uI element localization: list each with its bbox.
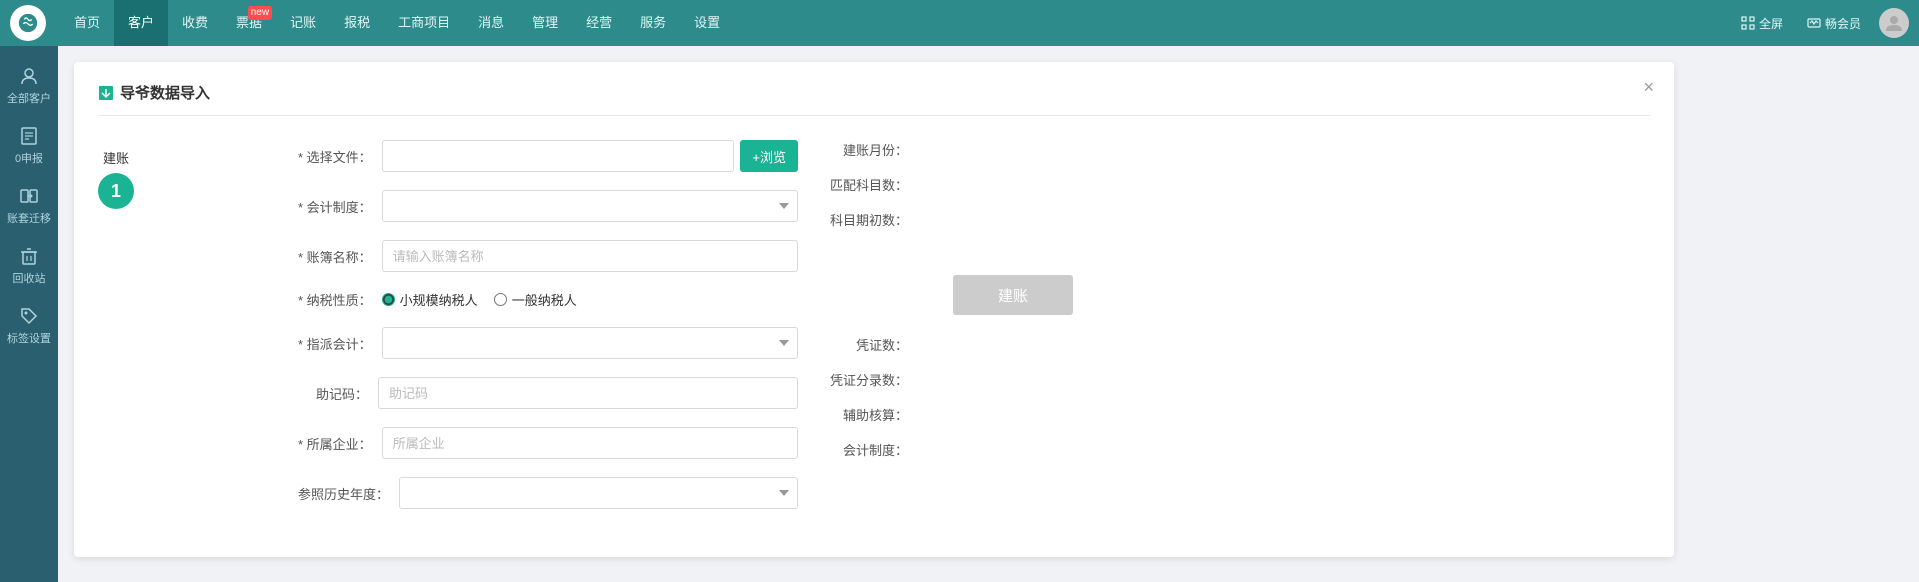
select-file-row: * 选择文件： +浏览 <box>298 140 798 172</box>
vip-icon <box>1807 16 1821 30</box>
fullscreen-icon <box>1741 16 1755 30</box>
select-file-group: +浏览 <box>382 140 798 172</box>
form-step-indicator: 建账 1 <box>98 140 258 527</box>
reference-year-label: 参照历史年度： <box>298 484 399 503</box>
ledger-name-row: * 账簿名称： <box>298 240 798 272</box>
ledger-name-input[interactable] <box>382 240 798 272</box>
company-row: * 所属企业： <box>298 427 798 459</box>
reference-year-select[interactable] <box>399 477 798 509</box>
migrate-icon <box>19 186 39 206</box>
vip-button[interactable]: 畅会员 <box>1801 13 1867 34</box>
assign-accountant-label: * 指派会计： <box>298 334 382 353</box>
accounting-system-select[interactable] <box>382 190 798 222</box>
auxiliary-label: 辅助核算： <box>828 405 918 424</box>
period-initial-row: 科目期初数： <box>828 210 1198 229</box>
company-label: * 所属企业： <box>298 434 382 453</box>
nav-right: 全屏 畅会员 <box>1735 8 1909 38</box>
memo-code-row: 助记码： <box>298 377 798 409</box>
nav-bookkeep[interactable]: 记账 <box>276 0 330 46</box>
nav-manage[interactable]: 管理 <box>518 0 572 46</box>
nav-fee[interactable]: 收费 <box>168 0 222 46</box>
select-file-label: * 选择文件： <box>298 147 382 166</box>
tax-type-radio-group: 小规模纳税人 一般纳税人 <box>382 290 798 309</box>
sidebar-item-declare[interactable]: 0申报 <box>0 116 58 176</box>
tax-type-label: * 纳税性质： <box>298 290 382 309</box>
avatar[interactable] <box>1879 8 1909 38</box>
sidebar: 全部客户 0申报 账套迁移 回收站 标签设置 <box>0 46 58 582</box>
radio-small-input[interactable] <box>382 293 395 306</box>
match-subjects-row: 匹配科目数： <box>828 175 1198 194</box>
voucher-entries-label: 凭证分录数： <box>828 370 918 389</box>
voucher-count-row: 凭证数： <box>828 335 1198 354</box>
radio-small-taxpayer[interactable]: 小规模纳税人 <box>382 290 478 309</box>
radio-general-taxpayer[interactable]: 一般纳税人 <box>494 290 577 309</box>
accounting-system-row: * 会计制度： <box>298 190 798 222</box>
fullscreen-button[interactable]: 全屏 <box>1735 13 1789 34</box>
nav-setting[interactable]: 设置 <box>680 0 734 46</box>
ledger-name-label: * 账簿名称： <box>298 247 382 266</box>
auxiliary-row: 辅助核算： <box>828 405 1198 424</box>
dialog-title: 导爷数据导入 <box>98 82 210 103</box>
nav-items: 首页 客户 收费 票据 new 记账 报税 工商项目 消息 管理 经营 服务 设… <box>60 0 1735 46</box>
form-layout: 建账 1 * 选择文件： +浏览 * 会计制度： <box>98 140 1650 527</box>
trash-icon <box>19 246 39 266</box>
voucher-count-label: 凭证数： <box>828 335 918 354</box>
nav-service[interactable]: 服务 <box>626 0 680 46</box>
avatar-icon <box>1884 13 1904 33</box>
build-account-button[interactable]: 建账 <box>953 275 1073 315</box>
form-right: 建账月份： 匹配科目数： 科目期初数： 建账 凭证数： <box>798 140 1198 527</box>
sidebar-item-migrate[interactable]: 账套迁移 <box>0 176 58 236</box>
accounting-system-label: * 会计制度： <box>298 197 382 216</box>
nav-message[interactable]: 消息 <box>464 0 518 46</box>
period-initial-label: 科目期初数： <box>828 210 918 229</box>
sidebar-item-customers[interactable]: 全部客户 <box>0 56 58 116</box>
reference-year-row: 参照历史年度： <box>298 477 798 509</box>
import-icon <box>98 85 114 101</box>
radio-general-input[interactable] <box>494 293 507 306</box>
assign-accountant-select[interactable] <box>382 327 798 359</box>
sidebar-item-trash[interactable]: 回收站 <box>0 236 58 296</box>
select-file-input[interactable] <box>382 140 735 172</box>
memo-code-input[interactable] <box>378 377 798 409</box>
company-input[interactable] <box>382 427 798 459</box>
nav-operation[interactable]: 经营 <box>572 0 626 46</box>
declare-icon <box>19 126 39 146</box>
dialog-card: 导爷数据导入 × 建账 1 * 选择文件： +浏览 <box>74 62 1674 557</box>
nav-business[interactable]: 工商项目 <box>384 0 464 46</box>
browse-button[interactable]: +浏览 <box>740 140 798 172</box>
tax-type-row: * 纳税性质： 小规模纳税人 一般纳税人 <box>298 290 798 309</box>
nav-home[interactable]: 首页 <box>60 0 114 46</box>
sidebar-item-tags[interactable]: 标签设置 <box>0 296 58 356</box>
tag-icon <box>19 306 39 326</box>
nav-customer[interactable]: 客户 <box>114 0 168 46</box>
voucher-entries-row: 凭证分录数： <box>828 370 1198 389</box>
logo[interactable] <box>10 5 46 41</box>
nav-tax[interactable]: 报税 <box>330 0 384 46</box>
top-nav: 首页 客户 收费 票据 new 记账 报税 工商项目 消息 管理 经营 服务 设… <box>0 0 1919 46</box>
build-month-label: 建账月份： <box>828 140 918 159</box>
close-button[interactable]: × <box>1643 78 1654 96</box>
dialog-header: 导爷数据导入 <box>98 82 1650 116</box>
match-subjects-label: 匹配科目数： <box>828 175 918 194</box>
assign-accountant-row: * 指派会计： <box>298 327 798 359</box>
nav-invoice[interactable]: 票据 new <box>222 0 276 46</box>
memo-code-label: 助记码： <box>298 384 378 403</box>
new-badge: new <box>248 6 272 20</box>
user-icon <box>19 66 39 86</box>
right-accounting-system-label: 会计制度： <box>828 440 918 459</box>
form-middle: * 选择文件： +浏览 * 会计制度： * 账簿名称： <box>298 140 798 527</box>
right-accounting-system-row: 会计制度： <box>828 440 1198 459</box>
build-month-row: 建账月份： <box>828 140 1198 159</box>
step-1: 建账 1 <box>98 148 134 209</box>
main-content: 导爷数据导入 × 建账 1 * 选择文件： +浏览 <box>58 46 1919 582</box>
